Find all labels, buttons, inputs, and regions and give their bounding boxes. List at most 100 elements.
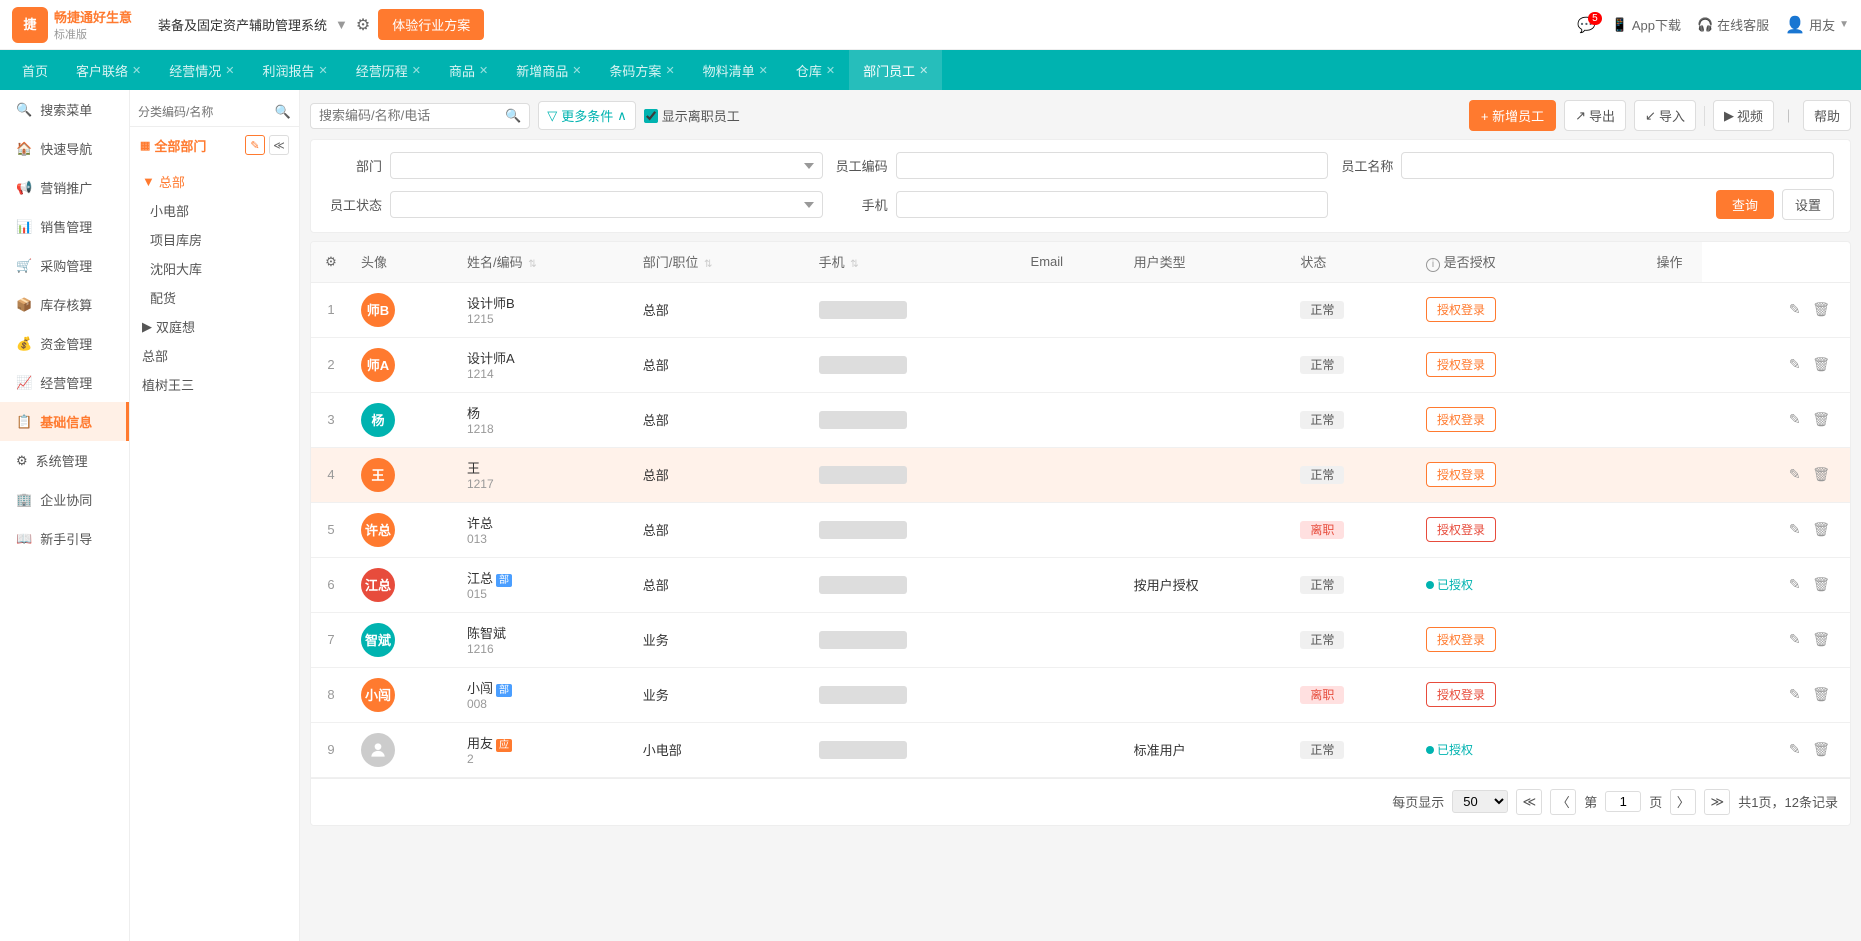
dept-search-input[interactable] [138,105,275,119]
first-page-btn[interactable]: ≪ [1516,789,1542,815]
sidebar-item-basic[interactable]: 📋 基础信息 [0,402,129,441]
delete-btn[interactable]: 🗑 [1808,464,1834,485]
dept-node-small-elec[interactable]: 小电部 [130,196,299,225]
dept-filter-select[interactable] [390,152,823,179]
dept-node-shenyang[interactable]: 沈阳大库 [130,254,299,283]
sidebar-item-finance[interactable]: 💰 资金管理 [0,324,129,363]
close-icon[interactable]: ✕ [919,64,928,77]
dept-node-project[interactable]: 项目库房 [130,225,299,254]
all-dept-label[interactable]: ▦ 全部部门 [140,136,206,155]
delete-btn[interactable]: 🗑 [1808,519,1834,540]
edit-btn[interactable]: ✎ [1785,409,1805,430]
phone-input[interactable] [896,191,1329,218]
dept-node-double[interactable]: ▶ 双庭想 [130,312,299,341]
auth-btn[interactable]: 授权登录 [1426,352,1496,377]
close-icon[interactable]: ✕ [132,64,141,77]
sidebar-item-quick[interactable]: 🏠 快速导航 [0,129,129,168]
trial-button[interactable]: 体验行业方案 [378,9,484,40]
dept-edit-btn[interactable]: ✎ [245,135,265,155]
employee-name-input[interactable] [1401,152,1834,179]
sidebar-item-search[interactable]: 🔍 搜索菜单 [0,90,129,129]
sidebar-item-marketing[interactable]: 📢 营销推广 [0,168,129,207]
sidebar-item-system[interactable]: ⚙ 系统管理 [0,441,129,480]
auth-btn[interactable]: 授权登录 [1426,682,1496,707]
per-page-select[interactable]: 50 100 200 [1452,790,1508,813]
tab-profit[interactable]: 利润报告 ✕ [248,50,341,90]
help-icon[interactable]: ｜ [1782,106,1795,125]
notification-wrap[interactable]: 💬 5 [1577,16,1596,34]
avatar[interactable]: 王 [361,458,395,492]
employee-code-input[interactable] [896,152,1329,179]
avatar[interactable]: 许总 [361,513,395,547]
delete-btn[interactable]: 🗑 [1808,629,1834,650]
edit-btn[interactable]: ✎ [1785,519,1805,540]
avatar[interactable]: 师A [361,348,395,382]
setting-btn[interactable]: 设置 [1782,189,1834,220]
auth-btn[interactable]: 授权登录 [1426,462,1496,487]
avatar[interactable]: 智斌 [361,623,395,657]
close-icon[interactable]: ✕ [759,64,768,77]
edit-btn[interactable]: ✎ [1785,684,1805,705]
next-page-btn[interactable]: 〉 [1670,789,1696,815]
avatar[interactable]: 杨 [361,403,395,437]
col-name[interactable]: 姓名/编码 ⇅ [457,242,633,282]
sidebar-item-guide[interactable]: 📖 新手引导 [0,519,129,558]
edit-btn[interactable]: ✎ [1785,299,1805,320]
show-resigned-checkbox-label[interactable]: 显示离职员工 [644,106,740,125]
sidebar-item-operation[interactable]: 📈 经营管理 [0,363,129,402]
dept-node-root[interactable]: ▼ 总部 [130,167,299,196]
employee-search-input[interactable] [319,108,499,123]
dept-collapse-btn[interactable]: ≪ [269,135,289,155]
edit-btn[interactable]: ✎ [1785,354,1805,375]
delete-btn[interactable]: 🗑 [1808,684,1834,705]
delete-btn[interactable]: 🗑 [1808,739,1834,760]
close-icon[interactable]: ✕ [225,64,234,77]
delete-btn[interactable]: 🗑 [1808,354,1834,375]
auth-btn[interactable]: 授权登录 [1426,517,1496,542]
edit-btn[interactable]: ✎ [1785,739,1805,760]
avatar[interactable]: 江总 [361,568,395,602]
help-btn[interactable]: 帮助 [1803,100,1851,131]
tab-product[interactable]: 商品 ✕ [435,50,502,90]
sidebar-item-enterprise[interactable]: 🏢 企业协同 [0,480,129,519]
tab-management[interactable]: 经营情况 ✕ [155,50,248,90]
add-employee-btn[interactable]: + 新增员工 [1469,100,1556,131]
avatar[interactable]: 小闯 [361,678,395,712]
show-resigned-checkbox[interactable] [644,109,658,123]
tab-department[interactable]: 部门员工 ✕ [849,50,942,90]
auth-info-icon[interactable]: i [1426,258,1440,272]
more-filters-btn[interactable]: ▽ 更多条件 ∧ [538,101,636,130]
tab-barcode[interactable]: 条码方案 ✕ [595,50,688,90]
close-icon[interactable]: ✕ [572,64,581,77]
auth-btn[interactable]: 授权登录 [1426,407,1496,432]
user-menu-btn[interactable]: 👤 用友 ▼ [1785,15,1849,35]
delete-btn[interactable]: 🗑 [1808,574,1834,595]
dropdown-arrow-icon[interactable]: ▼ [335,17,348,32]
tab-home[interactable]: 首页 [8,50,62,90]
edit-btn[interactable]: ✎ [1785,629,1805,650]
tab-material[interactable]: 物料清单 ✕ [689,50,782,90]
delete-btn[interactable]: 🗑 [1808,299,1834,320]
edit-btn[interactable]: ✎ [1785,574,1805,595]
auth-btn[interactable]: 授权登录 [1426,627,1496,652]
prev-page-btn[interactable]: 〈 [1550,789,1576,815]
col-phone[interactable]: 手机 ⇅ [809,242,1021,282]
close-icon[interactable]: ✕ [319,64,328,77]
edit-btn[interactable]: ✎ [1785,464,1805,485]
export-btn[interactable]: ↗ 导出 [1564,100,1626,131]
app-download-btn[interactable]: 📱 App下载 [1612,15,1681,34]
status-filter-select[interactable] [390,191,823,218]
col-dept[interactable]: 部门/职位 ⇅ [633,242,809,282]
auth-btn[interactable]: 授权登录 [1426,297,1496,322]
online-service-btn[interactable]: 🎧 在线客服 [1697,15,1769,34]
search-btn[interactable]: 查询 [1716,190,1774,219]
page-input[interactable] [1605,791,1641,812]
sidebar-item-purchase[interactable]: 🛒 采购管理 [0,246,129,285]
tab-customer[interactable]: 客户联络 ✕ [62,50,155,90]
tab-warehouse[interactable]: 仓库 ✕ [782,50,849,90]
view-btn[interactable]: ▶ 视频 [1713,100,1774,131]
tab-history[interactable]: 经营历程 ✕ [342,50,435,90]
dept-node-distribution[interactable]: 配货 [130,283,299,312]
dept-search-icon[interactable]: 🔍 [275,104,291,120]
close-icon[interactable]: ✕ [826,64,835,77]
